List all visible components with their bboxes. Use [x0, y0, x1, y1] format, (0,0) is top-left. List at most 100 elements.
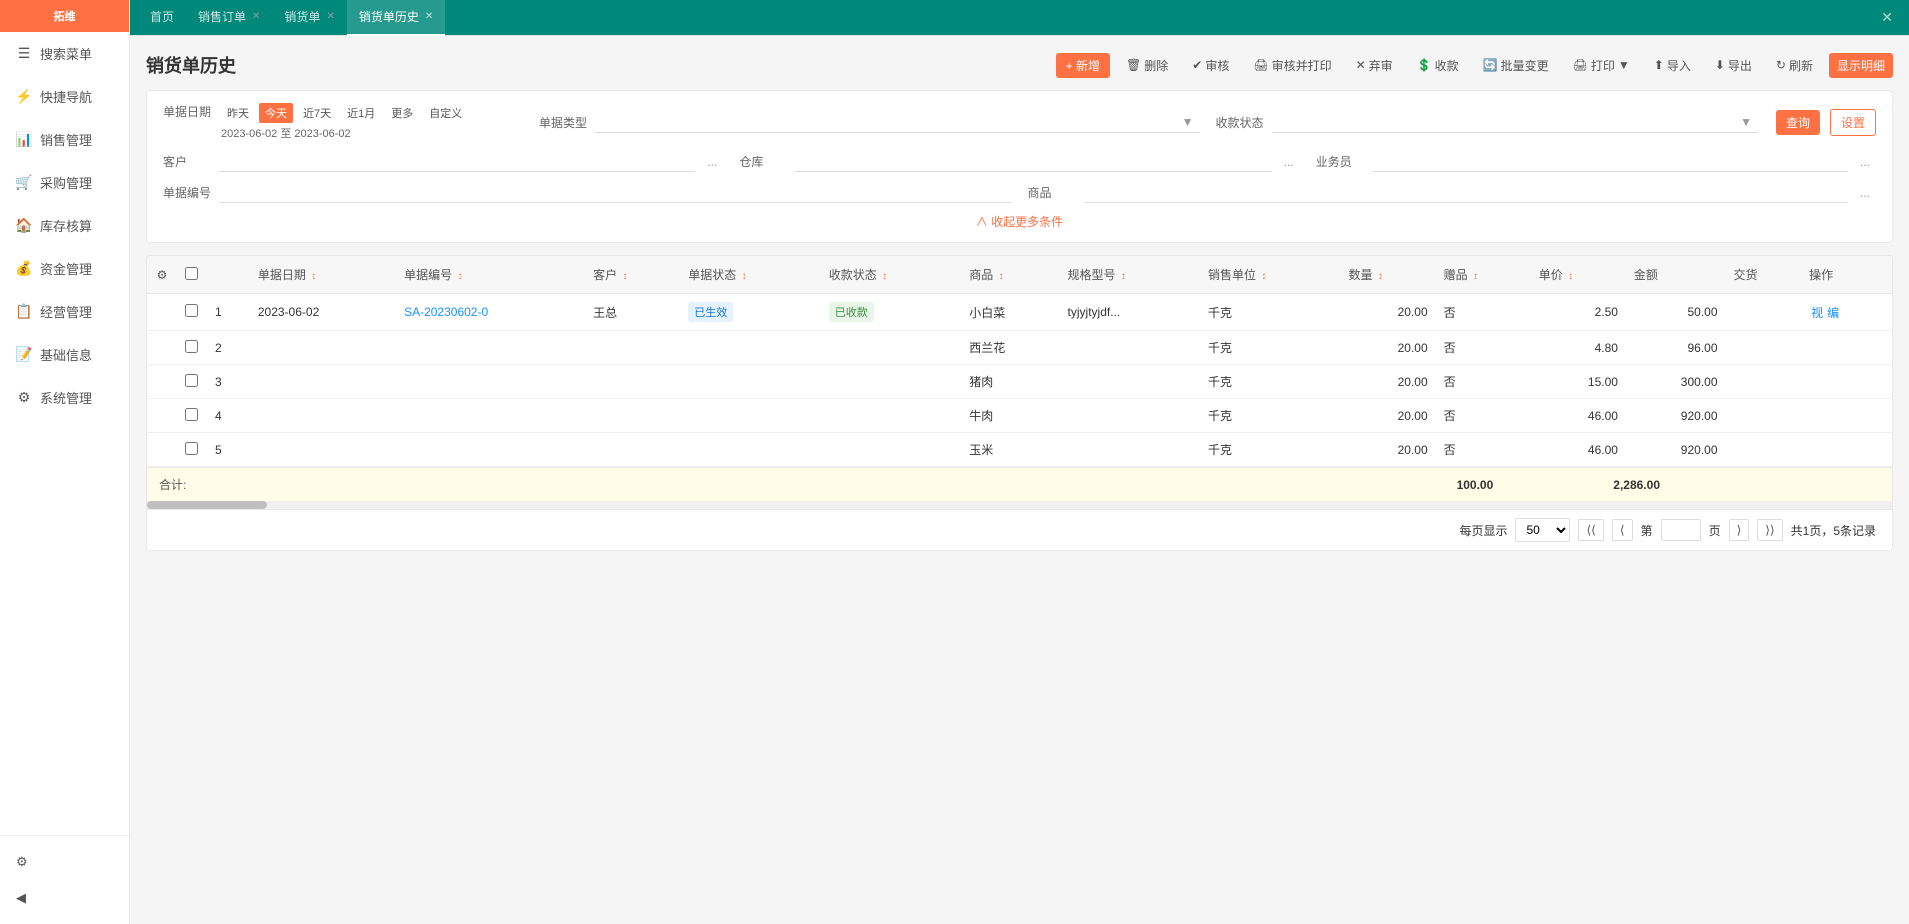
table-header-checkbox[interactable]: [177, 256, 207, 294]
doc-no-link[interactable]: SA-20230602-0: [404, 305, 488, 319]
tab-sales-goods[interactable]: 销货单 ✕: [272, 0, 346, 36]
date-tag-more[interactable]: 更多: [385, 103, 419, 123]
import-icon: ⬆: [1654, 58, 1664, 72]
next-page-btn[interactable]: ⟩: [1729, 519, 1750, 541]
settings-filter-button[interactable]: 设置: [1830, 109, 1876, 136]
tab-sales-order-close[interactable]: ✕: [252, 11, 260, 22]
export-button[interactable]: ⬇ 导出: [1707, 53, 1760, 78]
table-scrollbar[interactable]: [147, 501, 1892, 509]
tab-sales-order[interactable]: 销售订单 ✕: [186, 0, 272, 36]
row-action: [1801, 433, 1892, 467]
scrollbar-thumb[interactable]: [147, 501, 267, 509]
per-page-select[interactable]: 50 100: [1515, 518, 1570, 542]
date-tag-today[interactable]: 今天: [259, 103, 293, 123]
sidebar-item-basic-info[interactable]: 📝 基础信息: [0, 333, 129, 376]
row-checkbox[interactable]: [185, 408, 198, 421]
payment-status-select[interactable]: ▼: [1272, 112, 1758, 133]
prev-page-btn[interactable]: ⟨: [1612, 519, 1633, 541]
first-page-btn[interactable]: ⟨⟨: [1578, 519, 1603, 541]
audit-button[interactable]: ✔ 审核: [1184, 53, 1237, 78]
tab-sales-history-close[interactable]: ✕: [425, 11, 433, 22]
row-checkbox-cell[interactable]: [177, 365, 207, 399]
tab-sales-history[interactable]: 销货单历史 ✕: [347, 0, 445, 36]
table-header-payment-status[interactable]: 收款状态 ↕: [821, 256, 961, 294]
salesperson-ellipsis[interactable]: ...: [1854, 153, 1876, 171]
tab-home[interactable]: 首页: [138, 0, 186, 36]
print-button[interactable]: 🖨 打印 ▼: [1565, 53, 1638, 78]
customer-ellipsis[interactable]: ...: [701, 153, 723, 171]
row-gift: 否: [1436, 433, 1531, 467]
new-button[interactable]: + 新增: [1056, 53, 1110, 78]
sidebar-item-inventory[interactable]: 🏠 库存核算: [0, 204, 129, 247]
sidebar-item-search-menu[interactable]: ☰ 搜索菜单: [0, 32, 129, 75]
row-doc-no: [396, 331, 585, 365]
action-view-btn[interactable]: 视: [1809, 306, 1825, 320]
th-quantity-label: 数量: [1349, 268, 1373, 282]
collect-button[interactable]: 💲 收款: [1409, 53, 1467, 78]
doc-type-select[interactable]: ▼: [595, 112, 1200, 133]
table-header-customer[interactable]: 客户 ↕: [585, 256, 680, 294]
row-checkbox[interactable]: [185, 442, 198, 455]
sort-sales-unit-icon: ↕: [1261, 271, 1266, 282]
table-header-doc-no[interactable]: 单据编号 ↕: [396, 256, 585, 294]
table-header-sales-unit[interactable]: 销售单位 ↕: [1200, 256, 1340, 294]
page-number-input[interactable]: 1: [1661, 519, 1701, 541]
salesperson-input[interactable]: [1372, 151, 1848, 172]
row-checkbox-cell[interactable]: [177, 294, 207, 331]
table-header-quantity[interactable]: 数量 ↕: [1341, 256, 1436, 294]
tab-bar-close-btn[interactable]: ✕: [1873, 5, 1901, 30]
goods-ellipsis[interactable]: ...: [1854, 184, 1876, 202]
row-checkbox[interactable]: [185, 374, 198, 387]
row-amount: 920.00: [1626, 399, 1726, 433]
last-page-btn[interactable]: ⟩⟩: [1757, 519, 1782, 541]
collapse-more-btn[interactable]: ∧ 收起更多条件: [163, 213, 1876, 230]
table-header-unit-price[interactable]: 单价 ↕: [1531, 256, 1626, 294]
collect-label: 收款: [1435, 57, 1459, 74]
settings-icon: ⚙: [16, 854, 28, 870]
show-detail-button[interactable]: 显示明细: [1829, 53, 1893, 78]
tab-sales-goods-close[interactable]: ✕: [326, 11, 334, 22]
audit-print-button[interactable]: 🖨 审核并打印: [1245, 53, 1339, 78]
table-header-doc-date[interactable]: 单据日期 ↕: [250, 256, 396, 294]
row-checkbox-cell[interactable]: [177, 433, 207, 467]
table-header-spec[interactable]: 规格型号 ↕: [1060, 256, 1200, 294]
action-edit-btn[interactable]: 编: [1825, 306, 1841, 320]
row-checkbox[interactable]: [185, 340, 198, 353]
goods-input[interactable]: [1084, 182, 1848, 203]
sidebar-item-sales-mgmt[interactable]: 📊 销售管理: [0, 118, 129, 161]
date-tag-7days[interactable]: 近7天: [297, 103, 337, 123]
table-header-doc-status[interactable]: 单据状态 ↕: [680, 256, 820, 294]
page-label: 第: [1641, 522, 1653, 539]
sidebar-bottom-collapse[interactable]: ◀: [0, 880, 129, 916]
date-tag-yesterday[interactable]: 昨天: [221, 103, 255, 123]
customer-input[interactable]: [219, 151, 695, 172]
warehouse-ellipsis[interactable]: ...: [1278, 153, 1300, 171]
sidebar-item-operations-mgmt[interactable]: 📋 经营管理: [0, 290, 129, 333]
query-button[interactable]: 查询: [1776, 110, 1820, 135]
row-checkbox-cell[interactable]: [177, 399, 207, 433]
table-settings-btn[interactable]: ⚙: [147, 256, 177, 294]
sidebar-item-sys-mgmt[interactable]: ⚙ 系统管理: [0, 376, 129, 419]
date-tag-1month[interactable]: 近1月: [341, 103, 381, 123]
sidebar-item-purchase-mgmt[interactable]: 🛒 采购管理: [0, 161, 129, 204]
th-amount-label: 金额: [1634, 268, 1658, 282]
date-filter: 昨天 今天 近7天 近1月 更多 自定义 2023-06-02 至 2023-0…: [221, 103, 468, 141]
batch-change-button[interactable]: 🔄 批量变更: [1475, 53, 1557, 78]
sidebar-item-finance-mgmt[interactable]: 💰 资金管理: [0, 247, 129, 290]
abandon-button[interactable]: ✕ 弃审: [1348, 53, 1401, 78]
warehouse-input[interactable]: [795, 151, 1271, 172]
sidebar-bottom-settings[interactable]: ⚙: [0, 844, 129, 880]
import-button[interactable]: ⬆ 导入: [1646, 53, 1699, 78]
select-all-checkbox[interactable]: [185, 267, 198, 280]
date-tag-custom[interactable]: 自定义: [423, 103, 468, 123]
row-checkbox-cell[interactable]: [177, 331, 207, 365]
sidebar-item-quick-nav[interactable]: ⚡ 快捷导航: [0, 75, 129, 118]
doc-no-input[interactable]: [219, 182, 1012, 203]
refresh-button[interactable]: ↻ 刷新: [1768, 53, 1821, 78]
table-header-goods[interactable]: 商品 ↕: [961, 256, 1059, 294]
table-header-gift[interactable]: 赠品 ↕: [1436, 256, 1531, 294]
row-sales-unit: 千克: [1200, 399, 1340, 433]
row-checkbox[interactable]: [185, 304, 198, 317]
delete-button[interactable]: 🗑 删除: [1118, 53, 1176, 78]
th-action-label: 操作: [1809, 268, 1833, 282]
